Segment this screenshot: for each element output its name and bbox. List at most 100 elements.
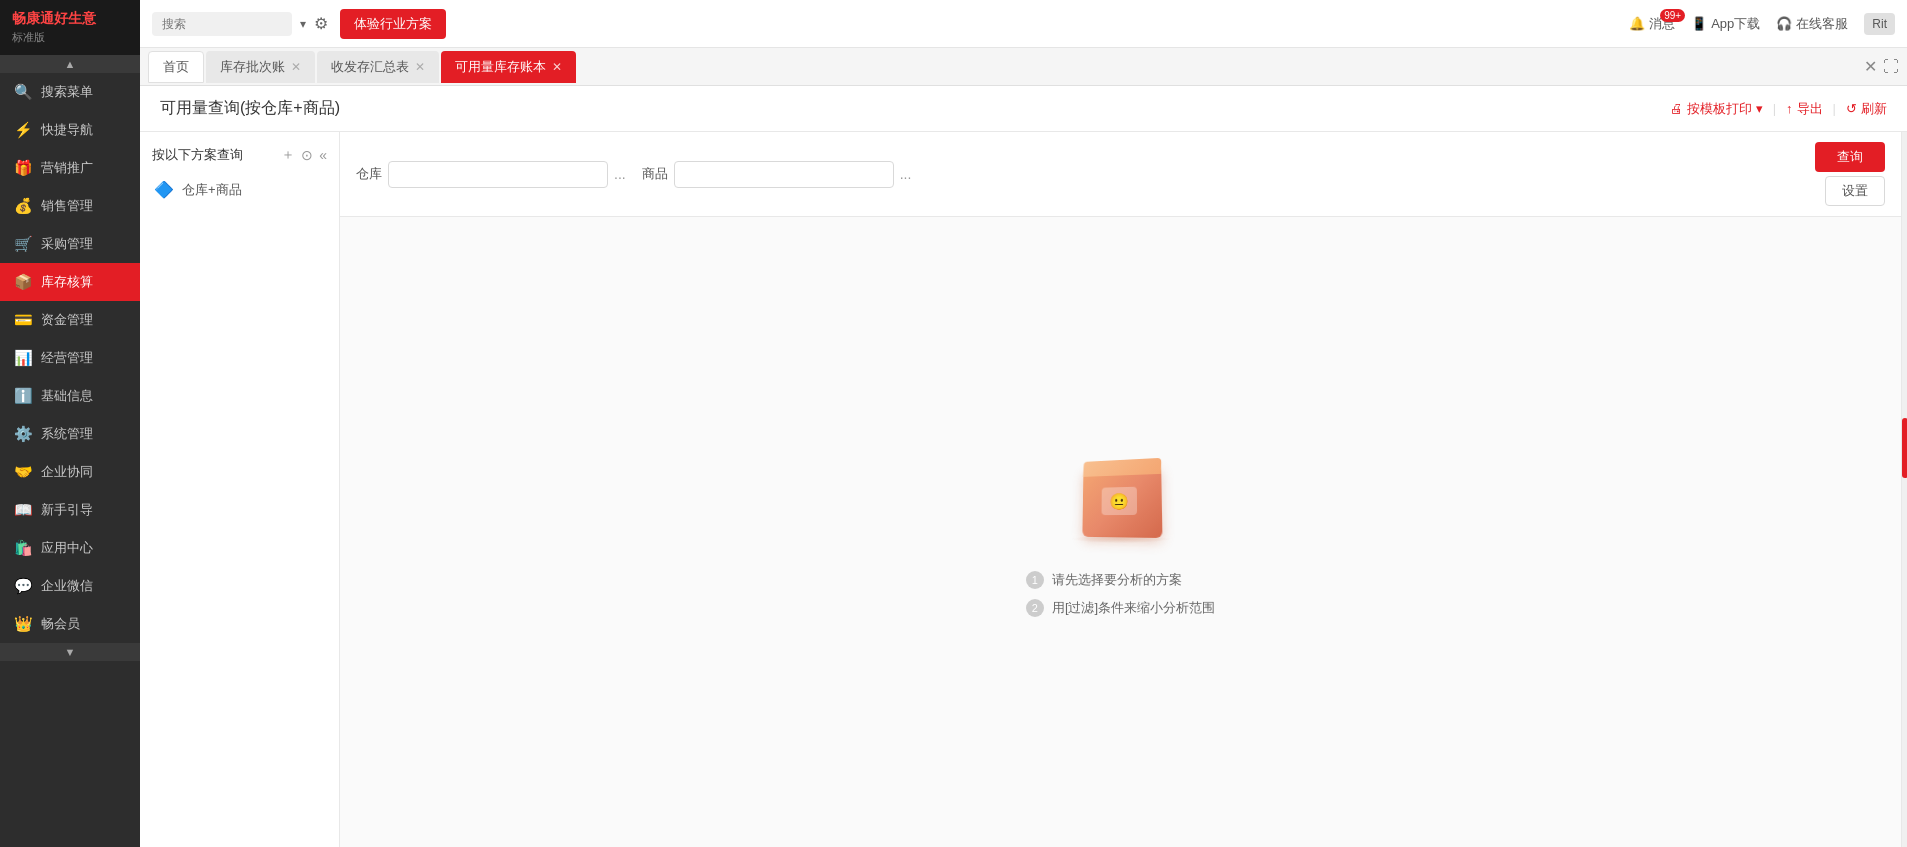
filter-item-warehouse-product[interactable]: 🔷 仓库+商品 — [140, 172, 339, 207]
tab-available-inventory[interactable]: 可用量库存账本 ✕ — [441, 51, 576, 83]
hint-text-1: 请先选择要分析的方案 — [1052, 571, 1182, 589]
divider: | — [1833, 101, 1836, 116]
sidebar-item-member[interactable]: 👑 畅会员 — [0, 605, 140, 643]
sidebar-item-newbie[interactable]: 📖 新手引导 — [0, 491, 140, 529]
filter-panel: 按以下方案查询 ＋ ⊙ « 🔷 仓库+商品 — [140, 132, 340, 847]
hint-number-2: 2 — [1026, 599, 1044, 617]
close-icon[interactable]: ✕ — [552, 60, 562, 74]
export-button[interactable]: ↑ 导出 — [1786, 100, 1823, 118]
warehouse-more-button[interactable]: ... — [614, 166, 626, 182]
industry-solution-button[interactable]: 体验行业方案 — [340, 9, 446, 39]
sidebar-item-appcenter[interactable]: 🛍️ 应用中心 — [0, 529, 140, 567]
money-icon: 💰 — [14, 197, 33, 215]
query-bar: 仓库 ... 商品 ... 查询 设置 — [340, 132, 1901, 217]
empty-text: 1 请先选择要分析的方案 2 用[过滤]条件来缩小分析范围 — [1026, 571, 1215, 617]
tab-label: 库存批次账 — [220, 58, 285, 76]
sidebar-item-cooperation[interactable]: 🤝 企业协同 — [0, 453, 140, 491]
collapse-panel-button[interactable]: « — [319, 147, 327, 163]
scrollbar-thumb[interactable] — [1902, 418, 1907, 478]
mobile-icon: 📱 — [1691, 16, 1707, 31]
add-scheme-button[interactable]: ＋ — [281, 146, 295, 164]
chevron-down-icon: ▾ — [1756, 101, 1763, 116]
tabs-right-controls: ✕ ⛶ — [1864, 57, 1899, 76]
warehouse-label: 仓库 — [356, 165, 382, 183]
content-area: 按以下方案查询 ＋ ⊙ « 🔷 仓库+商品 仓库 ... — [140, 132, 1907, 847]
sidebar-item-operations[interactable]: 📊 经营管理 — [0, 339, 140, 377]
warehouse-input[interactable] — [388, 161, 608, 188]
print-button[interactable]: 🖨 按模板打印 ▾ — [1670, 100, 1763, 118]
sidebar-item-label: 采购管理 — [41, 235, 93, 253]
refresh-button[interactable]: ↺ 刷新 — [1846, 100, 1887, 118]
tab-label: 首页 — [163, 58, 189, 76]
product-more-button[interactable]: ... — [900, 166, 912, 182]
filter-panel-icons: ＋ ⊙ « — [281, 146, 327, 164]
tab-home[interactable]: 首页 — [148, 51, 204, 83]
card-icon: 💳 — [14, 311, 33, 329]
flash-icon: ⚡ — [14, 121, 33, 139]
close-icon[interactable]: ✕ — [415, 60, 425, 74]
hint-number-1: 1 — [1026, 571, 1044, 589]
query-button[interactable]: 查询 — [1815, 142, 1885, 172]
tab-label: 可用量库存账本 — [455, 58, 546, 76]
user-menu[interactable]: Rit — [1864, 13, 1895, 35]
empty-box: 😐 — [1082, 466, 1162, 538]
right-scrollbar[interactable] — [1901, 132, 1907, 847]
sidebar-item-label: 经营管理 — [41, 349, 93, 367]
settings-button[interactable]: 设置 — [1825, 176, 1885, 206]
gift-icon: 🎁 — [14, 159, 33, 177]
sidebar-item-finance[interactable]: 💳 资金管理 — [0, 301, 140, 339]
chart-icon: 📊 — [14, 349, 33, 367]
maximize-window-button[interactable]: ⛶ — [1883, 57, 1899, 76]
crown-icon: 👑 — [14, 615, 33, 633]
sidebar-item-label: 库存核算 — [41, 273, 93, 291]
settings-scheme-button[interactable]: ⊙ — [301, 147, 313, 163]
sidebar-item-label: 新手引导 — [41, 501, 93, 519]
gear-icon: ⚙️ — [14, 425, 33, 443]
sidebar-scroll-down[interactable]: ▼ — [0, 643, 140, 661]
messages-button[interactable]: 🔔 消息 99+ — [1629, 15, 1675, 33]
tab-receive-summary[interactable]: 收发存汇总表 ✕ — [317, 51, 439, 83]
warehouse-field: 仓库 ... — [356, 161, 626, 188]
sidebar-item-system[interactable]: ⚙️ 系统管理 — [0, 415, 140, 453]
divider: | — [1773, 101, 1776, 116]
book-icon: 📖 — [14, 501, 33, 519]
page-header: 可用量查询(按仓库+商品) 🖨 按模板打印 ▾ | ↑ 导出 | ↺ 刷新 — [140, 86, 1907, 132]
export-icon: ↑ — [1786, 101, 1793, 116]
dropdown-arrow-icon[interactable]: ▾ — [300, 17, 306, 31]
sidebar-item-label: 营销推广 — [41, 159, 93, 177]
sidebar-item-purchase[interactable]: 🛒 采购管理 — [0, 225, 140, 263]
empty-state: 😐 1 请先选择要分析的方案 2 用[过滤]条件来缩小分析范围 — [340, 217, 1901, 847]
customer-service-button[interactable]: 🎧 在线客服 — [1776, 15, 1848, 33]
settings-icon[interactable]: ⚙ — [314, 14, 328, 33]
app-download-button[interactable]: 📱 App下载 — [1691, 15, 1760, 33]
sidebar-item-label: 搜索菜单 — [41, 83, 93, 101]
info-icon: ℹ️ — [14, 387, 33, 405]
sidebar-scroll-up[interactable]: ▲ — [0, 55, 140, 73]
empty-hint-2: 2 用[过滤]条件来缩小分析范围 — [1026, 599, 1215, 617]
close-window-button[interactable]: ✕ — [1864, 57, 1877, 76]
sidebar-item-quicknav[interactable]: ⚡ 快捷导航 — [0, 111, 140, 149]
sidebar-item-basic-info[interactable]: ℹ️ 基础信息 — [0, 377, 140, 415]
close-icon[interactable]: ✕ — [291, 60, 301, 74]
product-input[interactable] — [674, 161, 894, 188]
bell-icon: 🔔 — [1629, 16, 1645, 31]
sidebar-item-marketing[interactable]: 🎁 营销推广 — [0, 149, 140, 187]
app-name: 畅康通好生意 — [12, 10, 128, 28]
sidebar-item-label: 企业协同 — [41, 463, 93, 481]
empty-hint-1: 1 请先选择要分析的方案 — [1026, 571, 1215, 589]
sidebar-item-search[interactable]: 🔍 搜索菜单 — [0, 73, 140, 111]
tab-inventory-batch[interactable]: 库存批次账 ✕ — [206, 51, 315, 83]
product-field: 商品 ... — [642, 161, 912, 188]
search-input[interactable] — [152, 12, 292, 36]
sidebar-item-label: 应用中心 — [41, 539, 93, 557]
sidebar-item-sales[interactable]: 💰 销售管理 — [0, 187, 140, 225]
sidebar: 畅康通好生意 标准版 ▲ 🔍 搜索菜单 ⚡ 快捷导航 🎁 营销推广 💰 销售管理… — [0, 0, 140, 847]
sidebar-item-inventory[interactable]: 📦 库存核算 — [0, 263, 140, 301]
filter-panel-header: 按以下方案查询 ＋ ⊙ « — [140, 142, 339, 172]
search-icon: 🔍 — [14, 83, 33, 101]
sidebar-item-wechat[interactable]: 💬 企业微信 — [0, 567, 140, 605]
headset-icon: 🎧 — [1776, 16, 1792, 31]
shop-icon: 🛍️ — [14, 539, 33, 557]
cart-icon: 🛒 — [14, 235, 33, 253]
filter-item-label: 仓库+商品 — [182, 181, 242, 199]
